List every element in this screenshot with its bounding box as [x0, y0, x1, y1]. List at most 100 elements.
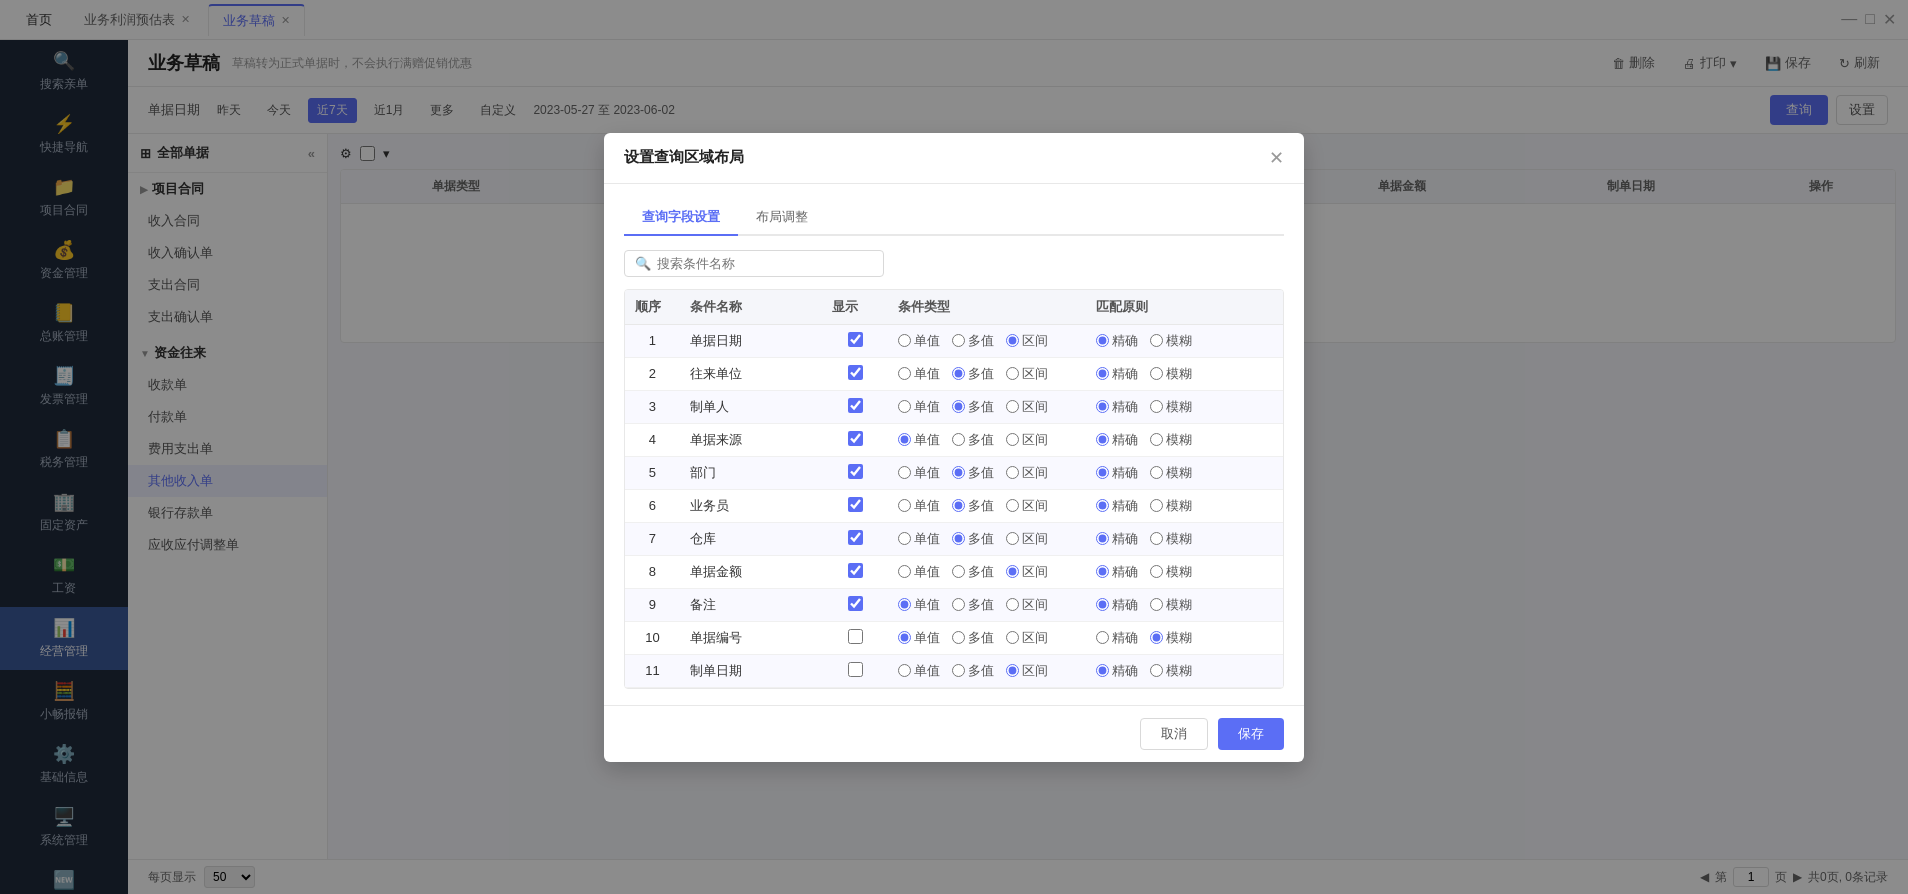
cell-show — [822, 390, 888, 423]
match-option[interactable]: 精确 — [1096, 464, 1138, 482]
type-option[interactable]: 单值 — [898, 596, 940, 614]
tab-layout-adjust[interactable]: 布局调整 — [738, 200, 826, 236]
type-option[interactable]: 多值 — [952, 398, 994, 416]
match-option[interactable]: 模糊 — [1150, 431, 1192, 449]
modal-search-bar: 🔍 — [624, 250, 884, 277]
type-option[interactable]: 多值 — [952, 563, 994, 581]
match-option[interactable]: 精确 — [1096, 365, 1138, 383]
show-checkbox[interactable] — [848, 431, 863, 446]
match-option[interactable]: 精确 — [1096, 497, 1138, 515]
type-option[interactable]: 单值 — [898, 332, 940, 350]
type-option[interactable]: 单值 — [898, 530, 940, 548]
match-option[interactable]: 模糊 — [1150, 563, 1192, 581]
type-option[interactable]: 多值 — [952, 596, 994, 614]
type-option[interactable]: 区间 — [1006, 662, 1048, 680]
match-option[interactable]: 精确 — [1096, 563, 1138, 581]
type-option[interactable]: 多值 — [952, 464, 994, 482]
type-option[interactable]: 多值 — [952, 365, 994, 383]
search-condition-input[interactable] — [657, 256, 873, 271]
show-checkbox[interactable] — [848, 563, 863, 578]
cell-match: 精确模糊 — [1086, 654, 1283, 687]
cell-match: 精确模糊 — [1086, 489, 1283, 522]
show-checkbox[interactable] — [848, 530, 863, 545]
type-option[interactable]: 区间 — [1006, 497, 1048, 515]
show-checkbox[interactable] — [848, 464, 863, 479]
show-checkbox[interactable] — [848, 596, 863, 611]
cell-match: 精确模糊 — [1086, 390, 1283, 423]
type-option[interactable]: 单值 — [898, 464, 940, 482]
match-option[interactable]: 精确 — [1096, 596, 1138, 614]
modal-overlay: 设置查询区域布局 ✕ 查询字段设置 布局调整 🔍 — [0, 0, 1908, 894]
modal-header: 设置查询区域布局 ✕ — [604, 133, 1304, 184]
cell-order: 2 — [625, 357, 680, 390]
match-option[interactable]: 模糊 — [1150, 398, 1192, 416]
type-option[interactable]: 区间 — [1006, 530, 1048, 548]
match-option[interactable]: 精确 — [1096, 629, 1138, 647]
type-option[interactable]: 单值 — [898, 431, 940, 449]
type-option[interactable]: 单值 — [898, 563, 940, 581]
save-modal-button[interactable]: 保存 — [1218, 718, 1284, 750]
cell-type: 单值多值区间 — [888, 456, 1085, 489]
modal-close-button[interactable]: ✕ — [1269, 147, 1284, 169]
settings-modal: 设置查询区域布局 ✕ 查询字段设置 布局调整 🔍 — [604, 133, 1304, 762]
cell-order: 3 — [625, 390, 680, 423]
table-row: 5部门单值多值区间精确模糊 — [625, 456, 1283, 489]
cell-match: 精确模糊 — [1086, 621, 1283, 654]
type-option[interactable]: 单值 — [898, 662, 940, 680]
type-option[interactable]: 区间 — [1006, 365, 1048, 383]
cell-show — [822, 588, 888, 621]
show-checkbox[interactable] — [848, 629, 863, 644]
type-option[interactable]: 区间 — [1006, 431, 1048, 449]
type-option[interactable]: 区间 — [1006, 629, 1048, 647]
type-option[interactable]: 多值 — [952, 332, 994, 350]
match-option[interactable]: 精确 — [1096, 530, 1138, 548]
modal-title: 设置查询区域布局 — [624, 148, 744, 167]
type-option[interactable]: 多值 — [952, 497, 994, 515]
match-option[interactable]: 模糊 — [1150, 365, 1192, 383]
show-checkbox[interactable] — [848, 662, 863, 677]
th-show: 显示 — [822, 290, 888, 325]
type-option[interactable]: 区间 — [1006, 398, 1048, 416]
show-checkbox[interactable] — [848, 497, 863, 512]
show-checkbox[interactable] — [848, 365, 863, 380]
cell-show — [822, 324, 888, 357]
cell-name: 往来单位 — [680, 357, 823, 390]
modal-body: 查询字段设置 布局调整 🔍 顺序 条件名称 显示 — [604, 184, 1304, 705]
cancel-button[interactable]: 取消 — [1140, 718, 1208, 750]
match-option[interactable]: 模糊 — [1150, 662, 1192, 680]
th-match: 匹配原则 — [1086, 290, 1283, 325]
type-option[interactable]: 单值 — [898, 497, 940, 515]
match-option[interactable]: 模糊 — [1150, 629, 1192, 647]
show-checkbox[interactable] — [848, 332, 863, 347]
cell-type: 单值多值区间 — [888, 489, 1085, 522]
cell-match: 精确模糊 — [1086, 522, 1283, 555]
type-option[interactable]: 区间 — [1006, 596, 1048, 614]
type-option[interactable]: 多值 — [952, 629, 994, 647]
type-option[interactable]: 多值 — [952, 530, 994, 548]
type-option[interactable]: 单值 — [898, 365, 940, 383]
match-option[interactable]: 模糊 — [1150, 464, 1192, 482]
type-option[interactable]: 区间 — [1006, 332, 1048, 350]
cell-name: 单据编号 — [680, 621, 823, 654]
match-option[interactable]: 模糊 — [1150, 332, 1192, 350]
match-option[interactable]: 精确 — [1096, 431, 1138, 449]
cell-match: 精确模糊 — [1086, 456, 1283, 489]
show-checkbox[interactable] — [848, 398, 863, 413]
type-option[interactable]: 区间 — [1006, 464, 1048, 482]
match-option[interactable]: 精确 — [1096, 398, 1138, 416]
match-option[interactable]: 模糊 — [1150, 596, 1192, 614]
type-option[interactable]: 单值 — [898, 629, 940, 647]
type-option[interactable]: 多值 — [952, 662, 994, 680]
cell-name: 单据来源 — [680, 423, 823, 456]
type-option[interactable]: 区间 — [1006, 563, 1048, 581]
match-option[interactable]: 模糊 — [1150, 530, 1192, 548]
tab-query-fields[interactable]: 查询字段设置 — [624, 200, 738, 236]
match-option[interactable]: 精确 — [1096, 662, 1138, 680]
type-option[interactable]: 单值 — [898, 398, 940, 416]
cell-order: 6 — [625, 489, 680, 522]
type-option[interactable]: 多值 — [952, 431, 994, 449]
cell-show — [822, 489, 888, 522]
match-option[interactable]: 模糊 — [1150, 497, 1192, 515]
cell-order: 1 — [625, 324, 680, 357]
match-option[interactable]: 精确 — [1096, 332, 1138, 350]
